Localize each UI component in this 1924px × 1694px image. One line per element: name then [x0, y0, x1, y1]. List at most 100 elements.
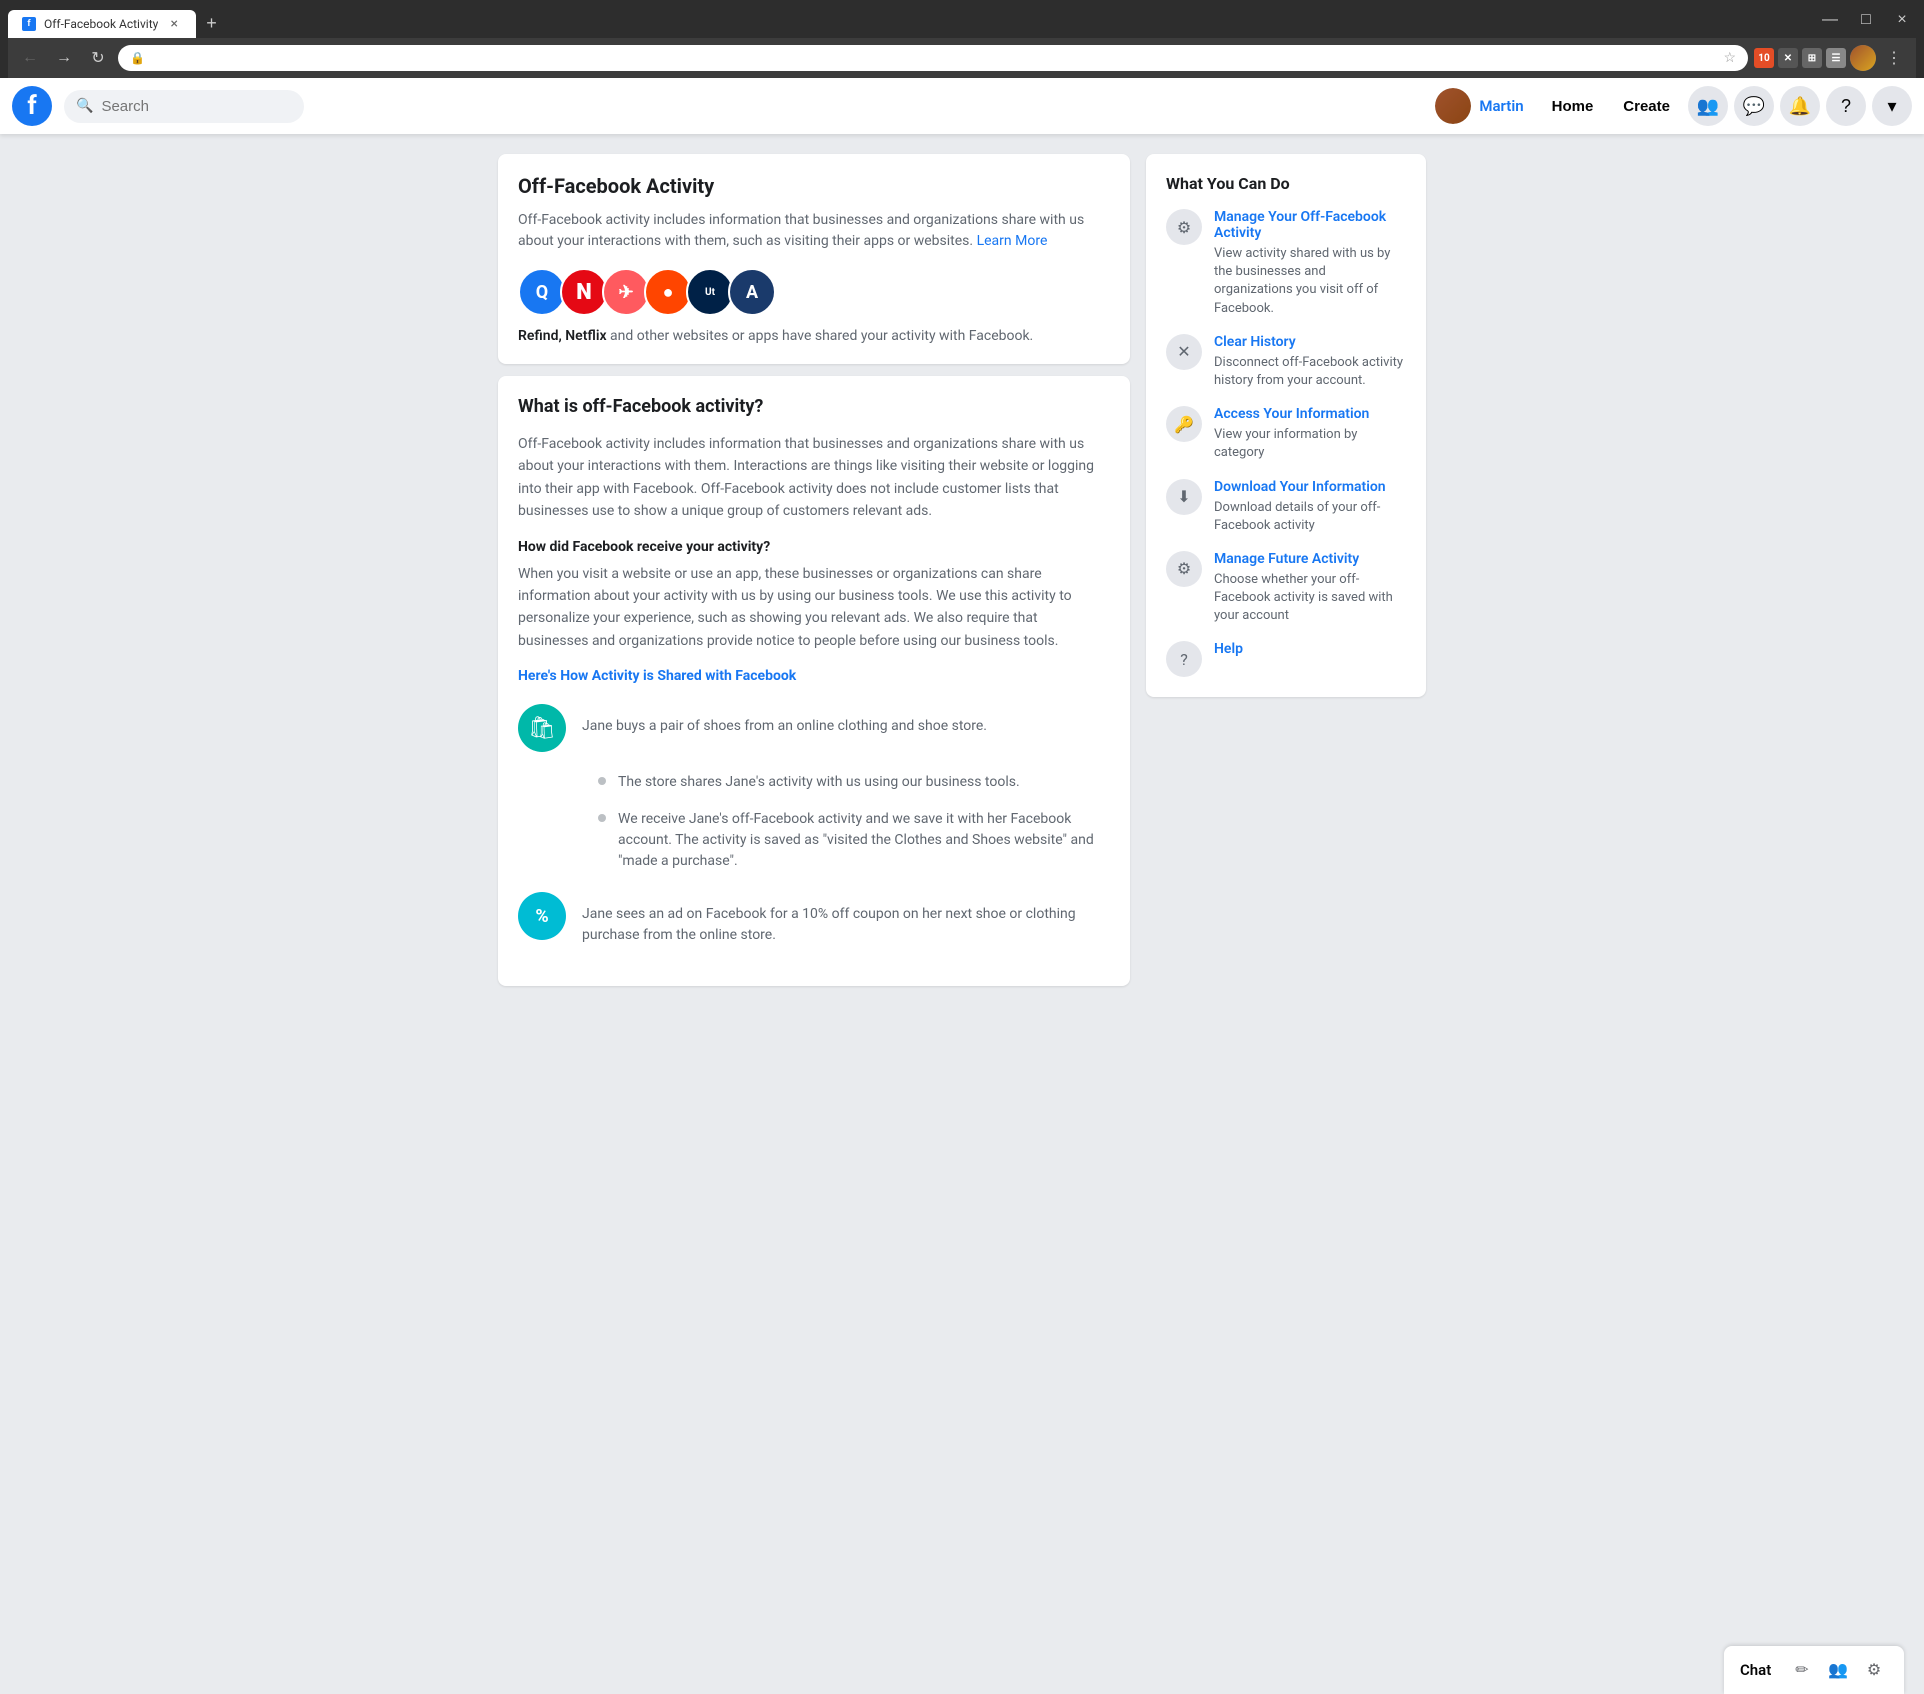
timeline-section: Here's How Activity is Shared with Faceb…: [518, 668, 1110, 946]
timeline-icon-shopping: 🛍: [518, 704, 566, 752]
help-nav-button[interactable]: ?: [1826, 86, 1866, 126]
user-name: Martin: [1479, 97, 1523, 115]
chevron-down-icon: ▾: [1887, 96, 1896, 117]
avatar: [1435, 88, 1471, 124]
activity-header-card: Off-Facebook Activity Off-Facebook activ…: [498, 154, 1130, 364]
help-link[interactable]: Help: [1214, 641, 1406, 657]
manage-future-link[interactable]: Manage Future Activity: [1214, 551, 1406, 567]
app-icon-quora: Q: [518, 268, 566, 316]
timeline-item-1: 🛍 Jane buys a pair of shoes from an onli…: [518, 704, 1110, 752]
activity-title: Off-Facebook Activity: [518, 174, 1110, 198]
lock-icon: 🔒: [130, 51, 145, 65]
sidebar-item-future[interactable]: ⚙ Manage Future Activity Choose whether …: [1166, 551, 1406, 626]
chat-group-button[interactable]: 👥: [1824, 1656, 1852, 1684]
sidebar-item-download[interactable]: ⬇ Download Your Information Download det…: [1166, 479, 1406, 535]
manage-activity-icon: ⚙: [1166, 209, 1202, 245]
download-info-icon: ⬇: [1166, 479, 1202, 515]
fb-search-bar[interactable]: 🔍: [64, 90, 304, 123]
left-panel: Off-Facebook Activity Off-Facebook activ…: [498, 154, 1130, 986]
bullet-dot-2: [598, 814, 606, 822]
sidebar-item-access-content: Access Your Information View your inform…: [1214, 406, 1406, 462]
app-icon-netflix: N: [560, 268, 608, 316]
notifications-nav-button[interactable]: 🔔: [1780, 86, 1820, 126]
app-icons-row: Q N ✈ ● Ut A: [518, 268, 1110, 316]
manage-future-desc: Choose whether your off-Facebook activit…: [1214, 571, 1406, 626]
sidebar-item-clear[interactable]: ✕ Clear History Disconnect off-Facebook …: [1166, 334, 1406, 390]
manage-activity-desc: View activity shared with us by the busi…: [1214, 245, 1406, 318]
chat-actions: ✏ 👥 ⚙: [1788, 1656, 1888, 1684]
star-icon[interactable]: ☆: [1723, 50, 1736, 66]
download-info-desc: Download details of your off-Facebook ac…: [1214, 499, 1406, 535]
ext-icon-1: 10: [1754, 48, 1774, 68]
browser-profile-icon[interactable]: [1850, 45, 1876, 71]
bullet-text-1: The store shares Jane's activity with us…: [618, 772, 1020, 793]
sidebar-item-help-content: Help: [1214, 641, 1406, 661]
browser-menu-button[interactable]: ⋮: [1880, 44, 1908, 72]
refresh-button[interactable]: ↻: [84, 44, 112, 72]
new-tab-button[interactable]: +: [198, 9, 225, 38]
messenger-nav-button[interactable]: 💬: [1734, 86, 1774, 126]
notifications-icon: 🔔: [1789, 96, 1811, 117]
right-panel: What You Can Do ⚙ Manage Your Off-Facebo…: [1146, 154, 1426, 697]
timeline-item-2: % Jane sees an ad on Facebook for a 10% …: [518, 892, 1110, 946]
search-input[interactable]: [101, 98, 292, 115]
search-icon: 🔍: [76, 98, 93, 114]
sidebar-item-manage[interactable]: ⚙ Manage Your Off-Facebook Activity View…: [1166, 209, 1406, 318]
download-info-link[interactable]: Download Your Information: [1214, 479, 1406, 495]
tab-favicon: f: [22, 17, 36, 31]
info-title: What is off-Facebook activity?: [518, 396, 1110, 417]
address-bar[interactable]: 🔒 facebook.com/off_facebook_activity/ ☆: [118, 45, 1748, 71]
back-button[interactable]: ←: [16, 44, 44, 72]
browser-tab-active[interactable]: f Off-Facebook Activity ×: [8, 10, 196, 38]
create-nav-button[interactable]: Create: [1611, 90, 1682, 123]
close-window-button[interactable]: ×: [1888, 6, 1916, 34]
help-icon: ?: [1841, 96, 1851, 117]
sidebar-item-help[interactable]: ? Help: [1166, 641, 1406, 677]
account-dropdown-button[interactable]: ▾: [1872, 86, 1912, 126]
forward-button[interactable]: →: [50, 44, 78, 72]
app-icon-utmon: Ut: [686, 268, 734, 316]
main-content: Off-Facebook Activity Off-Facebook activ…: [482, 154, 1442, 986]
chat-settings-icon: ⚙: [1867, 1660, 1881, 1680]
sidebar-item-manage-content: Manage Your Off-Facebook Activity View a…: [1214, 209, 1406, 318]
messenger-icon: 💬: [1743, 96, 1765, 117]
timeline-bullet-1: The store shares Jane's activity with us…: [598, 772, 1110, 793]
chat-edit-button[interactable]: ✏: [1788, 1656, 1816, 1684]
chat-settings-button[interactable]: ⚙: [1860, 1656, 1888, 1684]
info-subtitle-1: How did Facebook receive your activity?: [518, 539, 1110, 555]
clear-history-desc: Disconnect off-Facebook activity history…: [1214, 354, 1406, 390]
sidebar-item-clear-content: Clear History Disconnect off-Facebook ac…: [1214, 334, 1406, 390]
tab-close-button[interactable]: ×: [166, 16, 182, 32]
manage-future-icon: ⚙: [1166, 551, 1202, 587]
app-icon-reddit: ●: [644, 268, 692, 316]
browser-tabs: f Off-Facebook Activity × + — □ ×: [8, 6, 1916, 38]
access-info-icon: 🔑: [1166, 406, 1202, 442]
app-icon-airbnb: ✈: [602, 268, 650, 316]
manage-activity-link[interactable]: Manage Your Off-Facebook Activity: [1214, 209, 1406, 241]
help-sidebar-icon: ?: [1166, 641, 1202, 677]
timeline-heading: Here's How Activity is Shared with Faceb…: [518, 668, 1110, 684]
timeline-icon-discount: %: [518, 892, 566, 940]
fb-user-profile-link[interactable]: Martin: [1425, 82, 1533, 130]
fb-logo: f: [12, 86, 52, 126]
sidebar-item-access[interactable]: 🔑 Access Your Information View your info…: [1166, 406, 1406, 462]
sidebar-item-download-content: Download Your Information Download detai…: [1214, 479, 1406, 535]
chat-bar: Chat ✏ 👥 ⚙: [1724, 1646, 1904, 1694]
clear-history-link[interactable]: Clear History: [1214, 334, 1406, 350]
maximize-button[interactable]: □: [1852, 6, 1880, 34]
timeline-bullet-2: We receive Jane's off-Facebook activity …: [598, 809, 1110, 872]
browser-toolbar-actions: 10 ✕ ⊞ ☰ ⋮: [1754, 44, 1908, 72]
url-input[interactable]: facebook.com/off_facebook_activity/: [151, 51, 1717, 66]
fb-navigation: f 🔍 Martin Home Create 👥 💬 🔔 ? ▾: [0, 78, 1924, 134]
what-you-can-do-card: What You Can Do ⚙ Manage Your Off-Facebo…: [1146, 154, 1426, 697]
learn-more-link[interactable]: Learn More: [977, 233, 1048, 249]
ext-icon-3: ⊞: [1802, 48, 1822, 68]
minimize-button[interactable]: —: [1816, 6, 1844, 34]
home-nav-button[interactable]: Home: [1540, 90, 1606, 123]
bullet-dot-1: [598, 777, 606, 785]
friends-nav-button[interactable]: 👥: [1688, 86, 1728, 126]
ext-icon-4: ☰: [1826, 48, 1846, 68]
info-paragraph-2: When you visit a website or use an app, …: [518, 563, 1110, 653]
access-info-link[interactable]: Access Your Information: [1214, 406, 1406, 422]
bullet-text-2: We receive Jane's off-Facebook activity …: [618, 809, 1110, 872]
